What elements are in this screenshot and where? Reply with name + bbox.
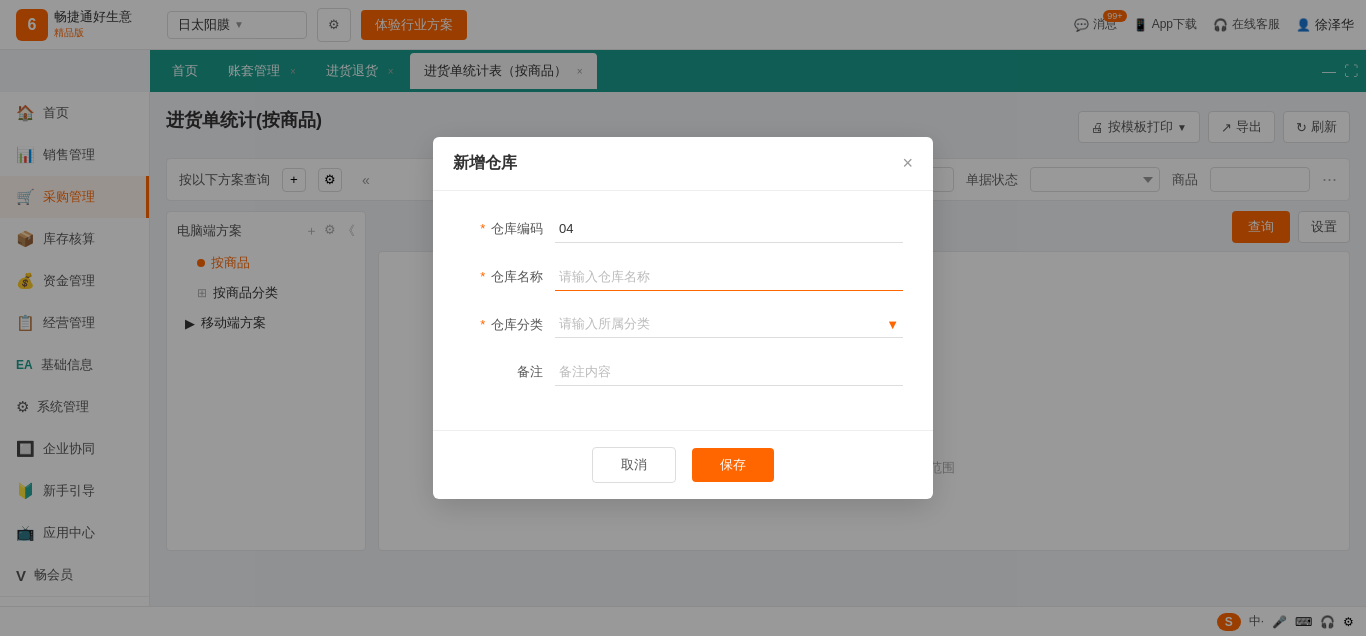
category-label: * 仓库分类 [463, 316, 543, 334]
code-label: * 仓库编码 [463, 220, 543, 238]
category-arrow-icon: ▼ [886, 317, 899, 332]
save-button[interactable]: 保存 [692, 448, 774, 482]
modal-footer: 取消 保存 [433, 430, 933, 499]
warehouse-code-input[interactable] [555, 215, 903, 243]
modal-dialog: 新增仓库 × * 仓库编码 * 仓库名称 [433, 137, 933, 499]
modal-overlay[interactable]: 新增仓库 × * 仓库编码 * 仓库名称 [0, 0, 1366, 636]
form-row-code: * 仓库编码 [463, 215, 903, 243]
form-row-note: 备注 [463, 358, 903, 386]
cancel-button[interactable]: 取消 [592, 447, 676, 483]
form-row-category: * 仓库分类 请输入所属分类 ▼ [463, 311, 903, 338]
modal-header: 新增仓库 × [433, 137, 933, 191]
category-placeholder: 请输入所属分类 [559, 315, 886, 333]
modal-close-button[interactable]: × [902, 153, 913, 174]
note-label: 备注 [463, 363, 543, 381]
name-label: * 仓库名称 [463, 268, 543, 286]
modal-body: * 仓库编码 * 仓库名称 * 仓库分类 请输入所属 [433, 191, 933, 430]
form-row-name: * 仓库名称 [463, 263, 903, 291]
warehouse-note-input[interactable] [555, 358, 903, 386]
category-select[interactable]: 请输入所属分类 ▼ [555, 311, 903, 338]
warehouse-name-input[interactable] [555, 263, 903, 291]
modal-title: 新增仓库 [453, 153, 517, 174]
